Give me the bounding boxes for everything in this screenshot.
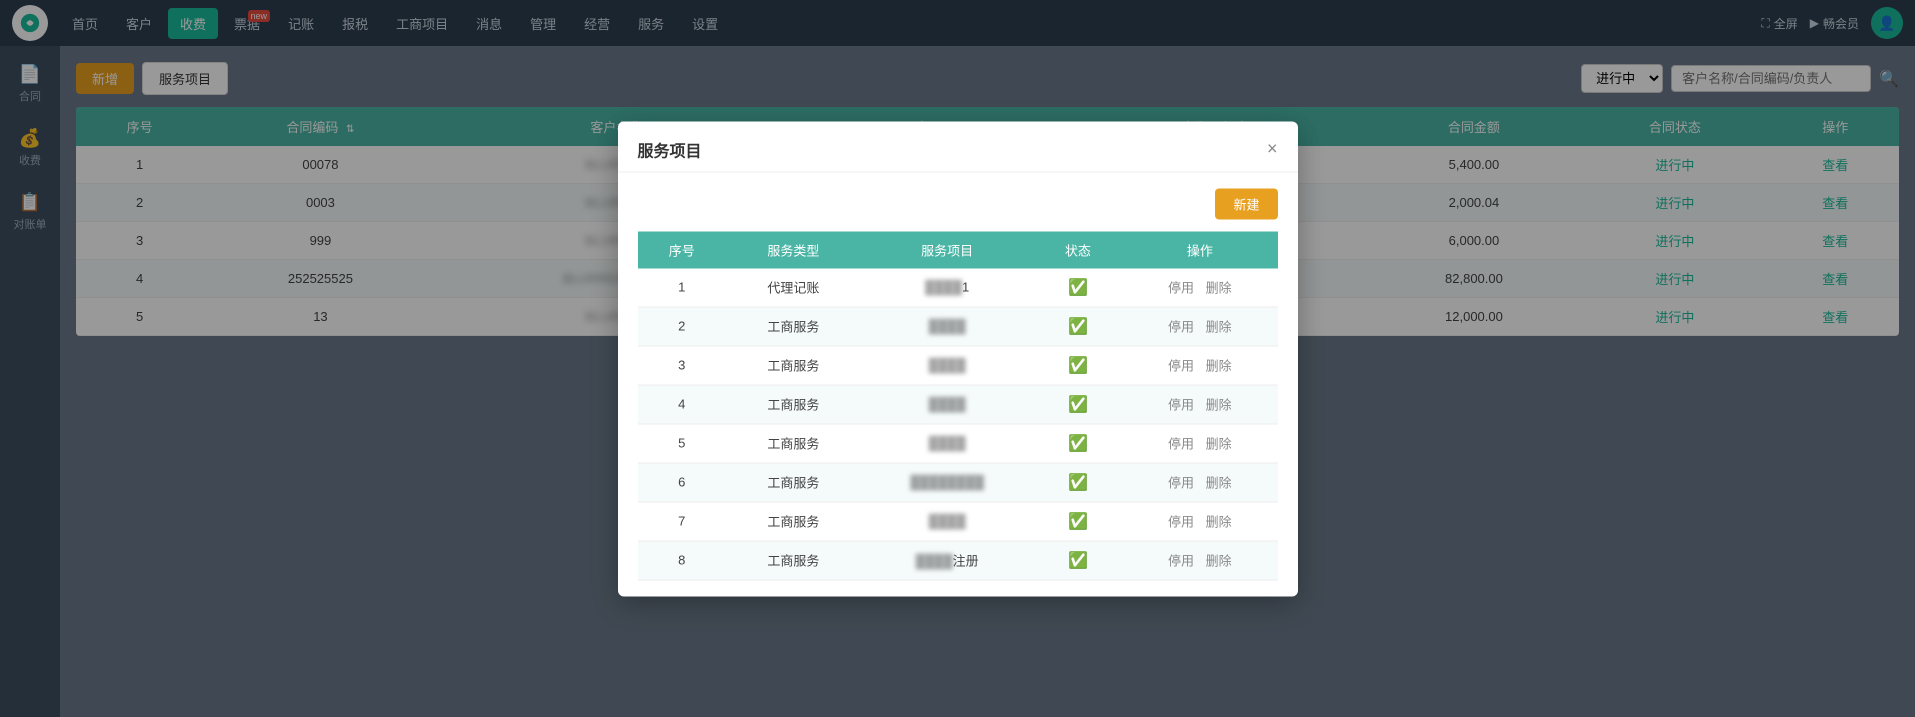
modal-cell-status: ✅ — [1034, 385, 1123, 424]
modal-cell-status: ✅ — [1034, 346, 1123, 385]
modal-header: 服务项目 × — [618, 121, 1298, 172]
delete-button[interactable]: 删除 — [1206, 320, 1232, 335]
modal-cell-type: 工商服务 — [726, 307, 861, 346]
modal-cell-action: 停用 删除 — [1122, 502, 1277, 541]
stop-button[interactable]: 停用 — [1168, 281, 1194, 296]
modal-cell-item: ████ — [861, 307, 1034, 346]
modal-scroll-wrapper: 序号 服务类型 服务项目 状态 操作 1 代理记账 ████1 ✅ 停用 删除 … — [638, 231, 1278, 580]
modal-cell-action: 停用 删除 — [1122, 541, 1277, 580]
modal-col-status: 状态 — [1034, 231, 1123, 268]
modal-close-button[interactable]: × — [1267, 139, 1278, 160]
status-check-icon: ✅ — [1068, 396, 1088, 413]
modal-cell-seq: 5 — [638, 424, 727, 463]
modal-new-button[interactable]: 新建 — [1215, 188, 1277, 219]
modal-table-row: 2 工商服务 ████ ✅ 停用 删除 — [638, 307, 1278, 346]
status-check-icon: ✅ — [1068, 513, 1088, 530]
modal-col-item: 服务项目 — [861, 231, 1034, 268]
modal-header-row: 序号 服务类型 服务项目 状态 操作 — [638, 231, 1278, 268]
modal-cell-status: ✅ — [1034, 268, 1123, 307]
stop-button[interactable]: 停用 — [1168, 476, 1194, 491]
modal-cell-seq: 7 — [638, 502, 727, 541]
modal-cell-seq: 6 — [638, 463, 727, 502]
modal-cell-status: ✅ — [1034, 502, 1123, 541]
stop-button[interactable]: 停用 — [1168, 554, 1194, 569]
modal-cell-action: 停用 删除 — [1122, 307, 1277, 346]
status-check-icon: ✅ — [1068, 435, 1088, 452]
status-check-icon: ✅ — [1068, 357, 1088, 374]
status-check-icon: ✅ — [1068, 552, 1088, 569]
modal-table-row: 1 代理记账 ████1 ✅ 停用 删除 — [638, 268, 1278, 307]
modal-cell-action: 停用 删除 — [1122, 424, 1277, 463]
modal-cell-item: ████ — [861, 385, 1034, 424]
modal-cell-type: 工商服务 — [726, 541, 861, 580]
modal-cell-seq: 4 — [638, 385, 727, 424]
modal-table: 序号 服务类型 服务项目 状态 操作 1 代理记账 ████1 ✅ 停用 删除 … — [638, 231, 1278, 580]
modal-cell-type: 工商服务 — [726, 385, 861, 424]
delete-button[interactable]: 删除 — [1206, 398, 1232, 413]
modal-cell-action: 停用 删除 — [1122, 346, 1277, 385]
delete-button[interactable]: 删除 — [1206, 554, 1232, 569]
modal-cell-item: ████注册 — [861, 541, 1034, 580]
delete-button[interactable]: 删除 — [1206, 359, 1232, 374]
modal-cell-seq: 1 — [638, 268, 727, 307]
modal-cell-seq: 2 — [638, 307, 727, 346]
modal-cell-type: 工商服务 — [726, 346, 861, 385]
modal-cell-type: 工商服务 — [726, 424, 861, 463]
modal-cell-type: 代理记账 — [726, 268, 861, 307]
delete-button[interactable]: 删除 — [1206, 281, 1232, 296]
modal-body: 新建 序号 服务类型 服务项目 状态 操作 1 代理记账 ████1 ✅ — [618, 172, 1298, 596]
modal-cell-seq: 8 — [638, 541, 727, 580]
status-check-icon: ✅ — [1068, 318, 1088, 335]
modal-table-row: 3 工商服务 ████ ✅ 停用 删除 — [638, 346, 1278, 385]
modal-cell-action: 停用 删除 — [1122, 268, 1277, 307]
modal-cell-item: ████ — [861, 502, 1034, 541]
modal-cell-seq: 3 — [638, 346, 727, 385]
delete-button[interactable]: 删除 — [1206, 437, 1232, 452]
modal-cell-status: ✅ — [1034, 463, 1123, 502]
modal-cell-status: ✅ — [1034, 541, 1123, 580]
modal-table-row: 6 工商服务 ████████ ✅ 停用 删除 — [638, 463, 1278, 502]
modal-cell-item: ████1 — [861, 268, 1034, 307]
stop-button[interactable]: 停用 — [1168, 437, 1194, 452]
modal-col-seq: 序号 — [638, 231, 727, 268]
delete-button[interactable]: 删除 — [1206, 515, 1232, 530]
modal-title: 服务项目 — [638, 137, 702, 161]
modal-toolbar: 新建 — [638, 188, 1278, 219]
modal-cell-item: ████ — [861, 346, 1034, 385]
modal-cell-status: ✅ — [1034, 424, 1123, 463]
stop-button[interactable]: 停用 — [1168, 359, 1194, 374]
modal-cell-item: ████ — [861, 424, 1034, 463]
modal-table-row: 8 工商服务 ████注册 ✅ 停用 删除 — [638, 541, 1278, 580]
modal-table-row: 4 工商服务 ████ ✅ 停用 删除 — [638, 385, 1278, 424]
status-check-icon: ✅ — [1068, 279, 1088, 296]
modal-cell-action: 停用 删除 — [1122, 463, 1277, 502]
modal-col-type: 服务类型 — [726, 231, 861, 268]
modal-cell-item: ████████ — [861, 463, 1034, 502]
modal-cell-type: 工商服务 — [726, 502, 861, 541]
modal-col-action: 操作 — [1122, 231, 1277, 268]
modal-table-row: 7 工商服务 ████ ✅ 停用 删除 — [638, 502, 1278, 541]
modal-cell-status: ✅ — [1034, 307, 1123, 346]
stop-button[interactable]: 停用 — [1168, 320, 1194, 335]
modal-cell-action: 停用 删除 — [1122, 385, 1277, 424]
service-items-modal: 服务项目 × 新建 序号 服务类型 服务项目 状态 操作 1 代理记账 — [618, 121, 1298, 596]
status-check-icon: ✅ — [1068, 474, 1088, 491]
modal-cell-type: 工商服务 — [726, 463, 861, 502]
delete-button[interactable]: 删除 — [1206, 476, 1232, 491]
stop-button[interactable]: 停用 — [1168, 515, 1194, 530]
modal-table-row: 5 工商服务 ████ ✅ 停用 删除 — [638, 424, 1278, 463]
stop-button[interactable]: 停用 — [1168, 398, 1194, 413]
